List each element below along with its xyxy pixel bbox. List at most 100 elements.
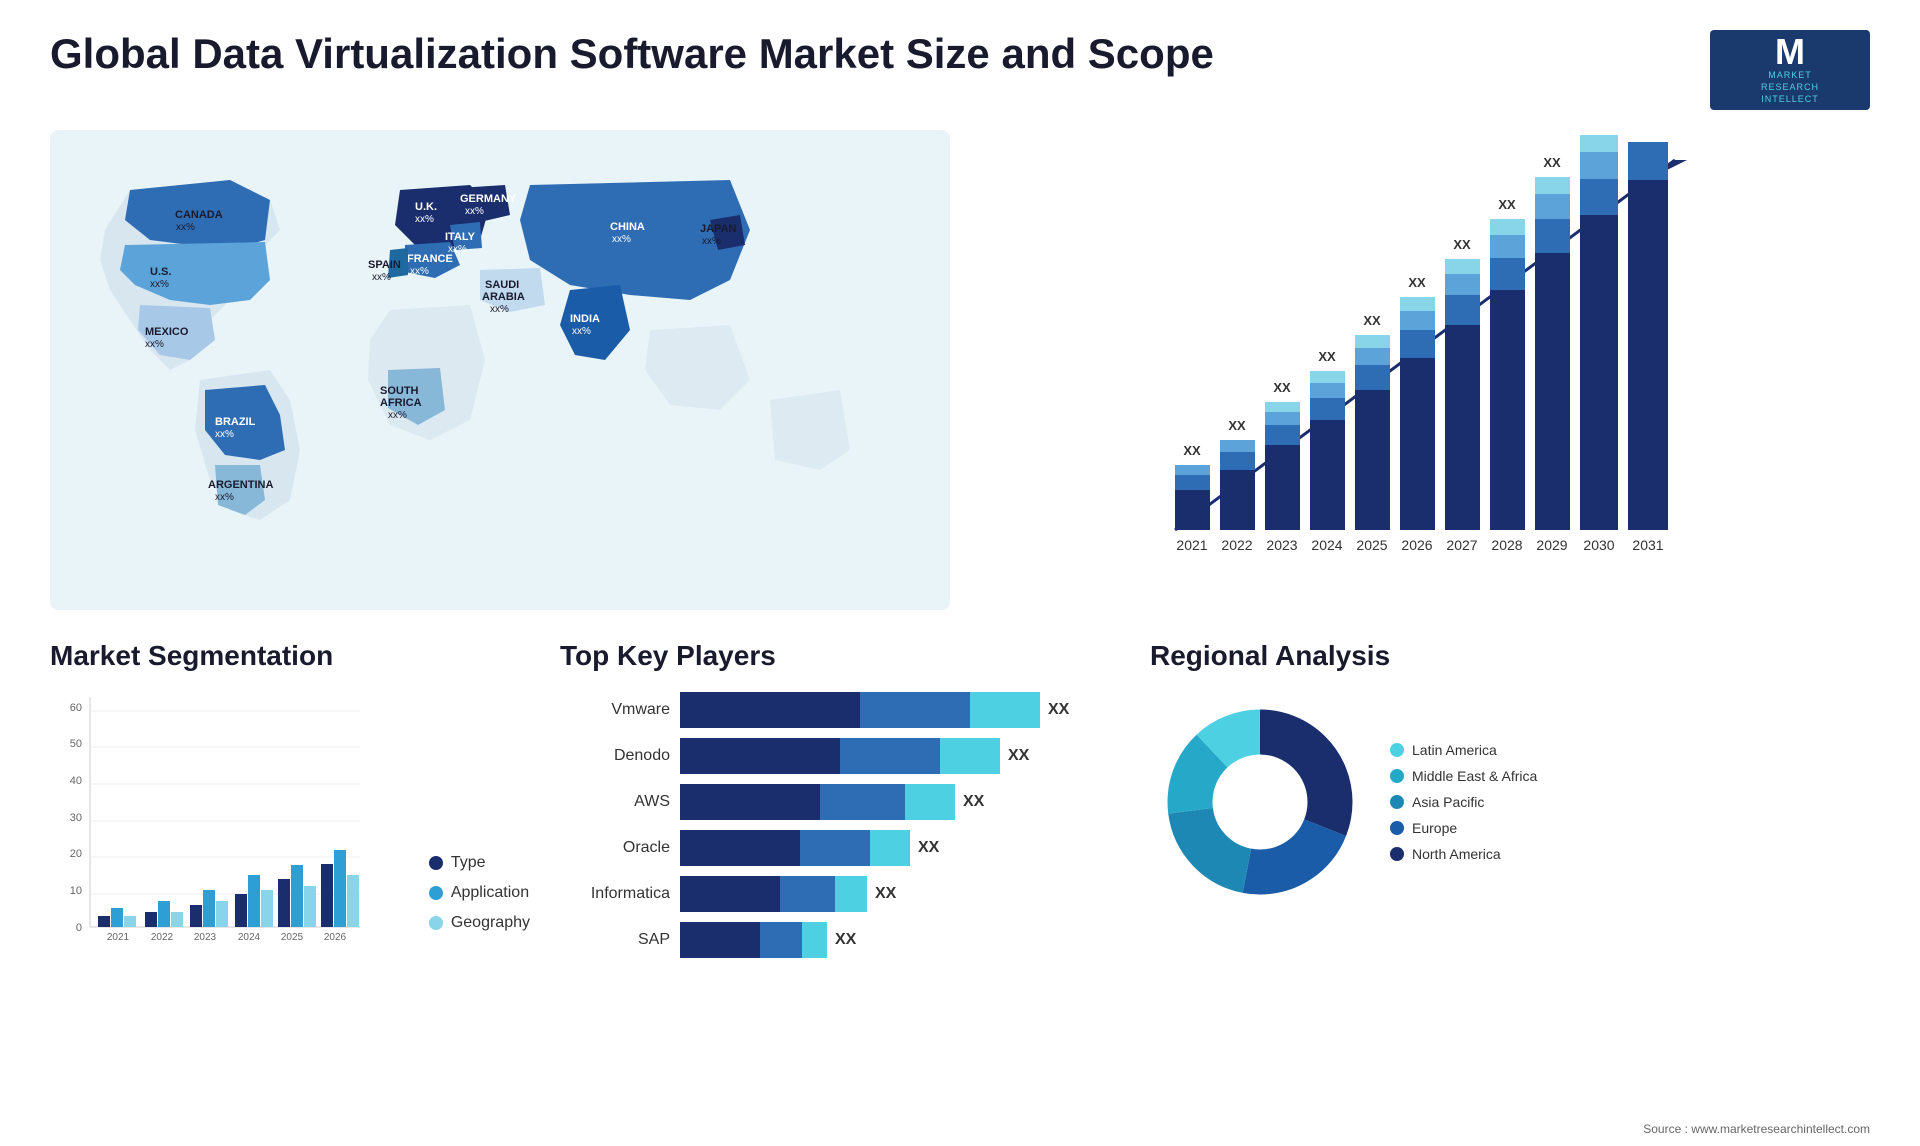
geography-dot [429,916,443,930]
svg-text:2025: 2025 [1356,537,1387,553]
player-xx: XX [963,793,984,811]
player-bar-container: XX [680,922,1120,958]
logo-letter: M [1775,34,1805,70]
player-bar [680,692,1040,728]
segmentation-chart: 0 10 20 30 40 50 60 [50,692,530,972]
svg-text:SPAIN: SPAIN [368,259,401,271]
player-bar [680,830,910,866]
svg-text:10: 10 [70,885,82,897]
svg-text:2026: 2026 [1401,537,1432,553]
bar-segment-2 [780,876,835,912]
svg-text:xx%: xx% [465,206,484,217]
player-name: Denodo [560,747,670,765]
svg-text:FRANCE: FRANCE [407,253,453,265]
bottom-section: Market Segmentation 0 10 20 30 40 50 [50,640,1870,1030]
svg-text:xx%: xx% [415,214,434,225]
svg-text:XX: XX [1543,155,1561,170]
legend-europe: Europe [1390,820,1537,836]
bar-segment-2 [840,738,940,774]
latin-america-dot [1390,743,1404,757]
legend-north-america: North America [1390,846,1537,862]
svg-text:30: 30 [70,812,82,824]
svg-text:XX: XX [1363,313,1381,328]
svg-text:xx%: xx% [410,266,429,277]
bar-segment-2 [760,922,802,958]
player-row: AWS XX [560,784,1120,820]
regional-area: Regional Analysis [1150,640,1870,1030]
svg-text:2031: 2031 [1632,537,1663,553]
svg-text:2021: 2021 [107,932,130,943]
svg-text:XX: XX [1318,349,1336,364]
segmentation-title: Market Segmentation [50,640,530,672]
bar-chart-area: 2021 XX 2022 XX 2023 XX [980,130,1870,610]
player-xx: XX [1048,701,1069,719]
svg-text:xx%: xx% [702,236,721,247]
svg-text:2022: 2022 [151,932,174,943]
svg-text:CHINA: CHINA [610,221,645,233]
regional-content: Latin America Middle East & Africa Asia … [1150,692,1870,912]
player-list: Vmware XX Denodo [560,692,1120,958]
seg-legend: Type Application Geography [429,854,530,972]
bar-segment-1 [680,922,760,958]
svg-text:U.S.: U.S. [150,266,171,278]
player-xx: XX [835,931,856,949]
svg-text:SAUDI: SAUDI [485,279,519,291]
bar-segment-1 [680,876,780,912]
player-bar [680,738,1000,774]
bar-segment-2 [800,830,870,866]
key-players-area: Top Key Players Vmware XX [560,640,1120,1030]
player-bar-container: XX [680,738,1120,774]
svg-text:2025: 2025 [281,932,304,943]
svg-text:60: 60 [70,702,82,714]
page-title: Global Data Virtualization Software Mark… [50,30,1214,78]
svg-text:XX: XX [1273,380,1291,395]
header: Global Data Virtualization Software Mark… [50,30,1870,110]
player-name: AWS [560,793,670,811]
bar-segment-3 [970,692,1040,728]
bar-chart-svg: 2021 XX 2022 XX 2023 XX [980,130,1870,610]
player-xx: XX [875,885,896,903]
player-bar [680,876,867,912]
player-row: Informatica XX [560,876,1120,912]
legend-geography: Geography [429,914,530,932]
svg-text:XX: XX [1228,418,1246,433]
player-row: Denodo XX [560,738,1120,774]
svg-text:AFRICA: AFRICA [380,397,422,409]
donut-chart [1150,692,1370,912]
svg-text:xx%: xx% [612,234,631,245]
legend-middle-east: Middle East & Africa [1390,768,1537,784]
player-name: Oracle [560,839,670,857]
svg-text:MEXICO: MEXICO [145,326,189,338]
regional-title: Regional Analysis [1150,640,1870,672]
bar-segment-2 [860,692,970,728]
bar-segment-2 [820,784,905,820]
svg-text:xx%: xx% [372,272,391,283]
bar-segment-1 [680,830,800,866]
bar-segment-3 [802,922,827,958]
svg-text:GERMANY: GERMANY [460,193,517,205]
player-xx: XX [918,839,939,857]
svg-text:xx%: xx% [215,429,234,440]
player-bar [680,784,955,820]
player-bar-container: XX [680,692,1120,728]
svg-text:xx%: xx% [572,326,591,337]
player-name: SAP [560,931,670,949]
svg-text:40: 40 [70,775,82,787]
svg-text:JAPAN: JAPAN [700,223,737,235]
legend-application: Application [429,884,530,902]
source-text: Source : www.marketresearchintellect.com [1643,1122,1870,1136]
players-title: Top Key Players [560,640,1120,672]
player-name: Informatica [560,885,670,903]
player-row: Vmware XX [560,692,1120,728]
svg-text:2024: 2024 [1311,537,1342,553]
player-row: SAP XX [560,922,1120,958]
bar-segment-1 [680,738,840,774]
legend-latin-america: Latin America [1390,742,1537,758]
svg-text:2028: 2028 [1491,537,1522,553]
svg-text:20: 20 [70,848,82,860]
bar-segment-1 [680,692,860,728]
bar-segment-3 [905,784,955,820]
svg-text:XX: XX [1408,275,1426,290]
svg-text:0: 0 [76,922,82,934]
svg-text:xx%: xx% [490,304,509,315]
